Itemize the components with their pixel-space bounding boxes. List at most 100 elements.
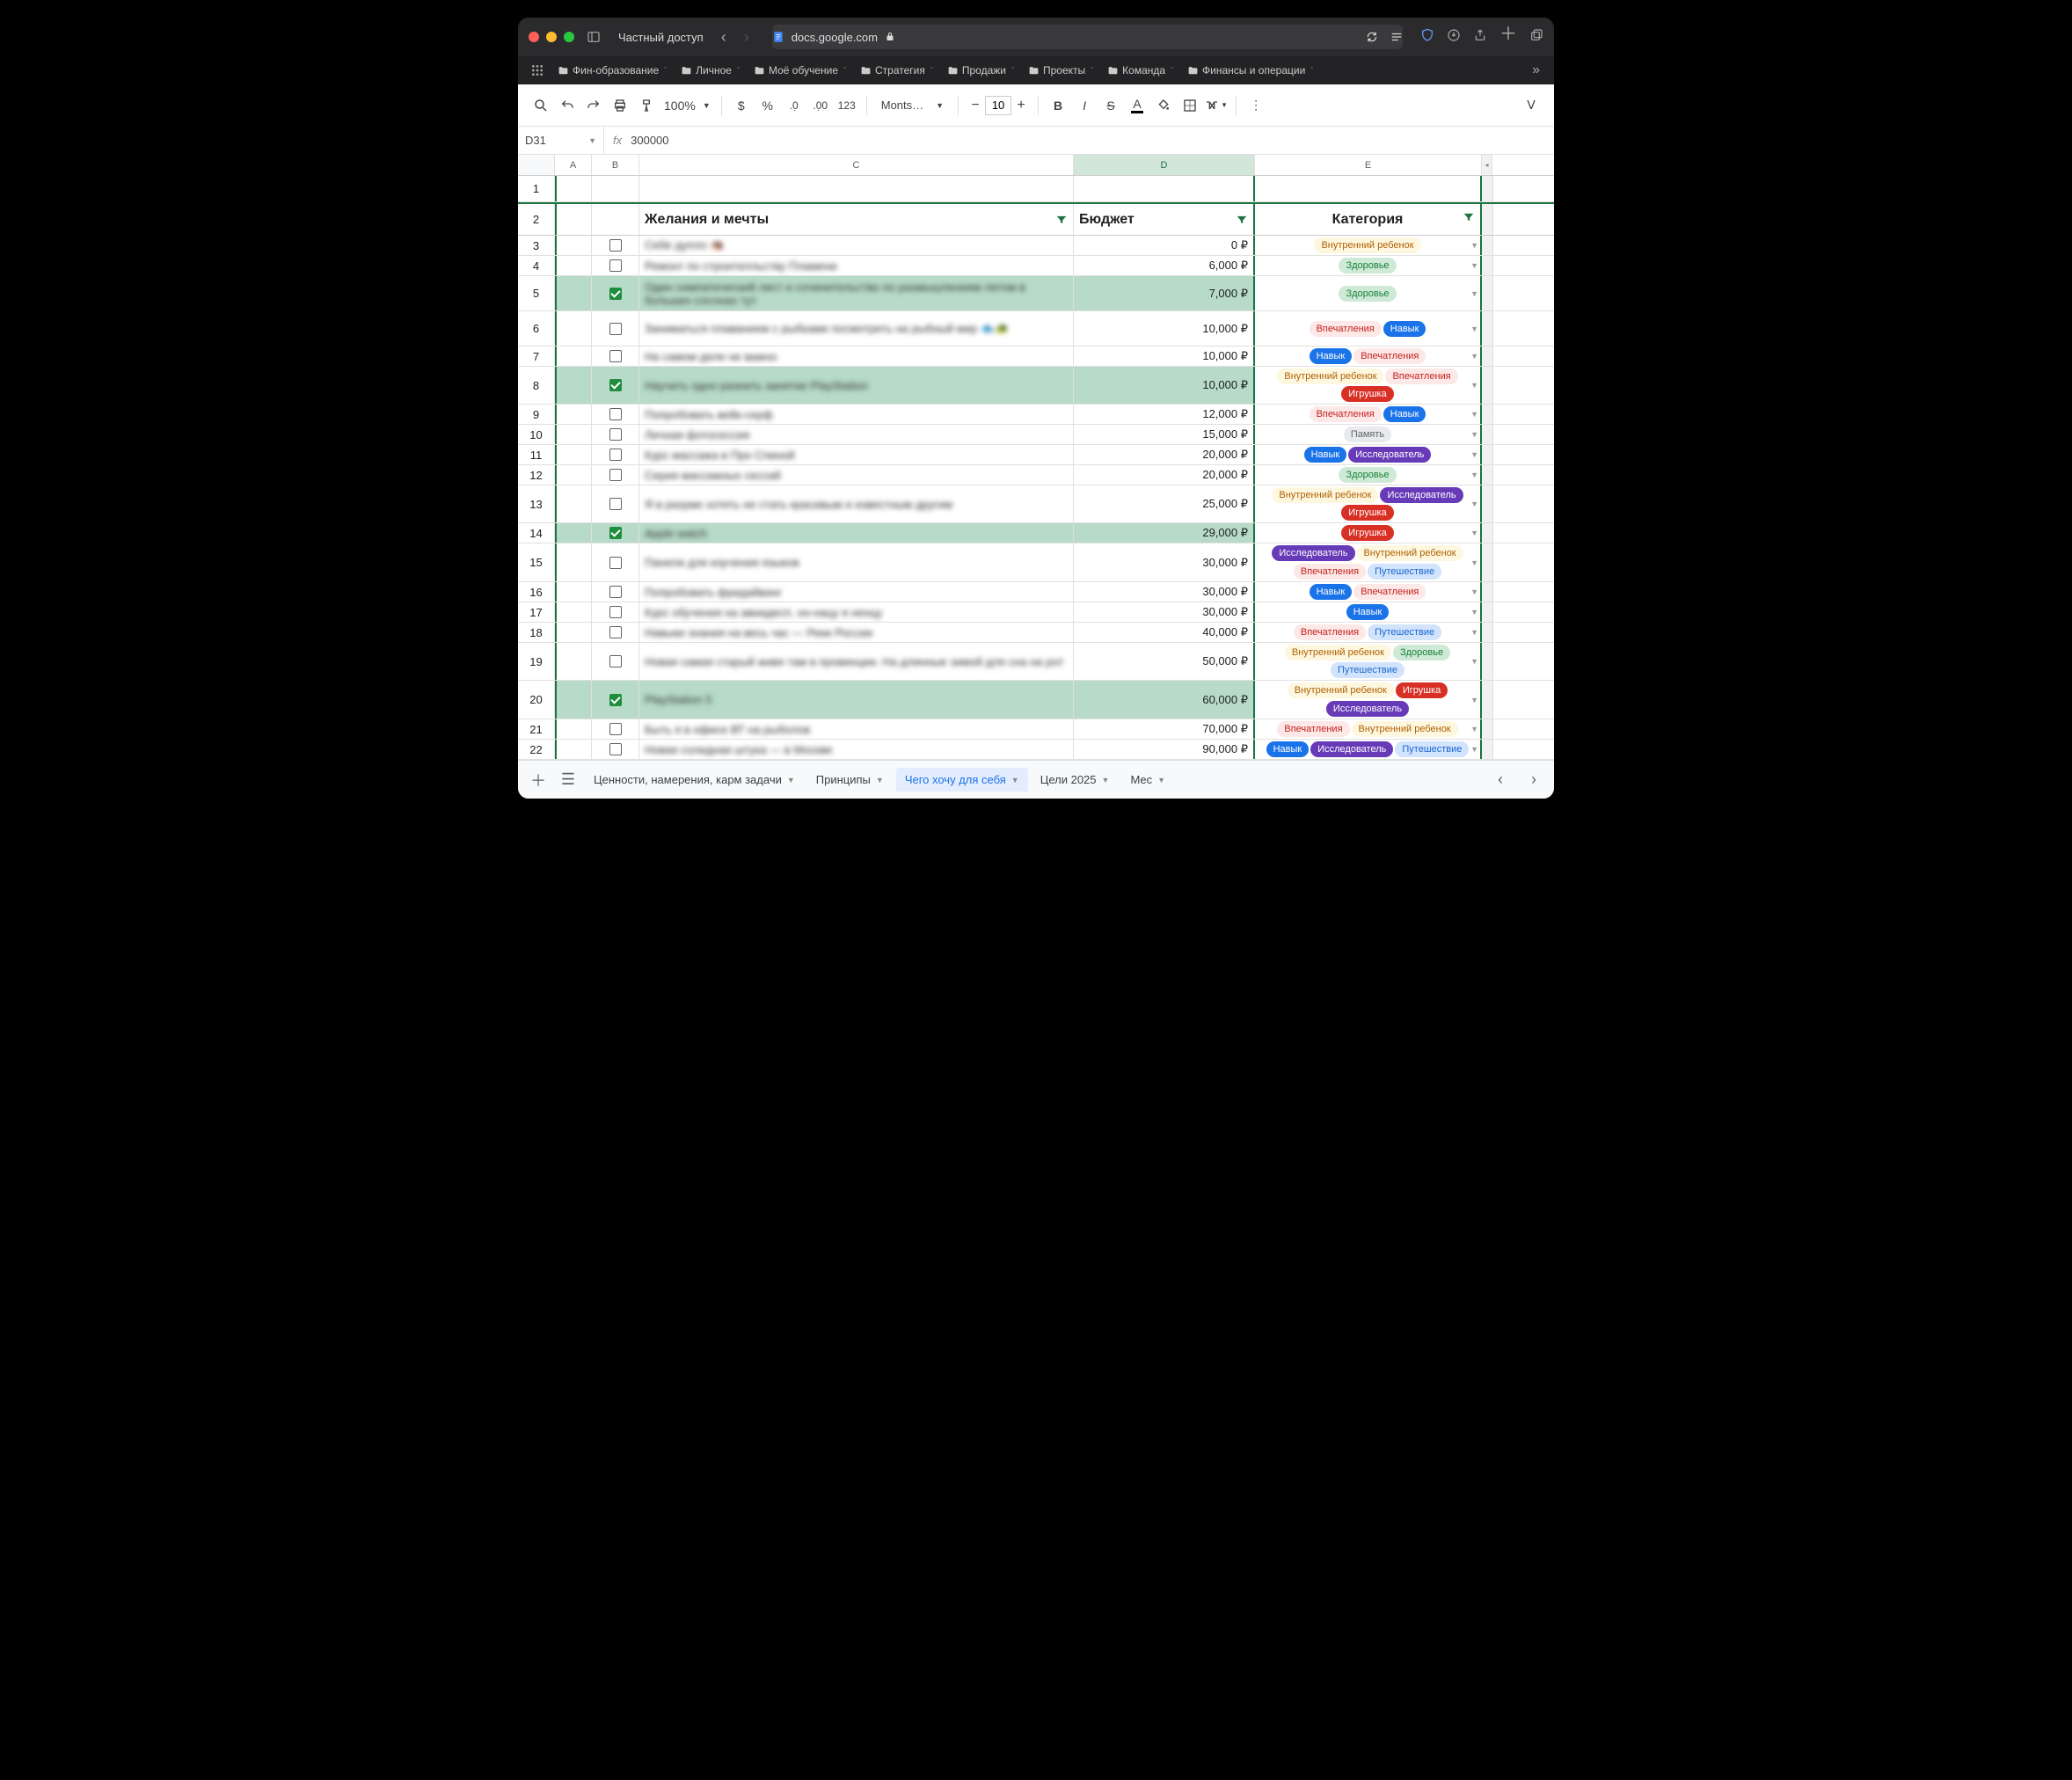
print-button[interactable] [608,93,632,118]
chevron-down-icon[interactable]: ▼ [1102,776,1110,784]
chevron-down-icon[interactable]: ▼ [1470,241,1478,250]
category-cell[interactable]: Память▼ [1255,425,1482,444]
checkbox-cell[interactable] [592,719,639,739]
borders-button[interactable] [1178,93,1202,118]
chevron-down-icon[interactable]: ▼ [1470,450,1478,459]
forward-button[interactable]: › [739,25,755,50]
description-cell[interactable]: Apple watch [639,523,1074,543]
checkbox-cell[interactable] [592,311,639,346]
row-number[interactable]: 7 [518,347,555,366]
row-number[interactable]: 5 [518,276,555,310]
row-number[interactable]: 14 [518,523,555,543]
checkbox[interactable] [609,655,622,668]
checkbox-cell[interactable] [592,681,639,719]
row-number[interactable]: 1 [518,176,555,201]
cell[interactable] [592,176,639,201]
shield-icon[interactable] [1420,28,1434,47]
cell[interactable] [639,176,1074,201]
checkbox-cell[interactable] [592,367,639,404]
chevron-down-icon[interactable]: ▼ [1470,696,1478,704]
cell[interactable] [555,602,592,622]
budget-cell[interactable]: 7,000 ₽ [1074,276,1255,310]
chevron-down-icon[interactable]: ▼ [1470,500,1478,508]
category-cell[interactable]: Внутренний ребенок Игрушка Исследователь… [1255,681,1482,719]
checkbox[interactable] [609,350,622,362]
description-cell[interactable]: Научить одно разнить занятие PlayStation [639,367,1074,404]
category-cell[interactable]: Внутренний ребенок Здоровье Путешествие▼ [1255,643,1482,680]
budget-cell[interactable]: 12,000 ₽ [1074,405,1255,424]
row-number[interactable]: 2 [518,204,555,235]
row-number[interactable]: 20 [518,681,555,719]
chevron-down-icon[interactable]: ▼ [1470,725,1478,733]
checkbox[interactable] [609,408,622,420]
chevron-down-icon[interactable]: ▼ [1470,529,1478,537]
chevron-down-icon[interactable]: ▼ [1470,261,1478,270]
budget-cell[interactable]: 29,000 ₽ [1074,523,1255,543]
sheet-tab[interactable]: Цели 2025▼ [1032,768,1119,792]
checkbox-cell[interactable] [592,643,639,680]
back-button[interactable]: ‹ [716,25,732,50]
budget-cell[interactable]: 70,000 ₽ [1074,719,1255,739]
row-number[interactable]: 18 [518,623,555,642]
budget-cell[interactable]: 60,000 ₽ [1074,681,1255,719]
description-cell[interactable]: Себе дупло 🦔 [639,236,1074,255]
chevron-down-icon[interactable]: ▼ [1470,289,1478,298]
checkbox[interactable] [609,586,622,598]
category-cell[interactable]: Здоровье▼ [1255,256,1482,275]
checkbox[interactable] [609,498,622,510]
sheet-tab[interactable]: Ценности, намерения, карм задачи▼ [585,768,804,792]
checkbox[interactable] [609,557,622,569]
bookmark-folder[interactable]: Стратегияˇ [854,62,939,79]
row-number[interactable]: 3 [518,236,555,255]
chevron-down-icon[interactable]: ▼ [787,776,795,784]
strikethrough-button[interactable]: S [1098,93,1123,118]
checkbox-cell[interactable] [592,276,639,310]
cell[interactable] [555,582,592,602]
description-cell[interactable]: Серия массажных сессий [639,465,1074,485]
category-cell[interactable]: Впечатления Навык▼ [1255,405,1482,424]
chevron-down-icon[interactable]: ▼ [1470,410,1478,419]
cell[interactable] [555,256,592,275]
maximize-window-button[interactable] [564,32,574,42]
checkbox[interactable] [609,449,622,461]
search-icon[interactable] [529,93,553,118]
fill-color-button[interactable] [1151,93,1176,118]
all-sheets-button[interactable]: ☰ [555,767,581,793]
checkbox-cell[interactable] [592,405,639,424]
add-sheet-button[interactable]: ＋ [525,767,551,793]
category-cell[interactable]: Навык Исследователь Путешествие▼ [1255,740,1482,759]
checkbox-cell[interactable] [592,623,639,642]
row-number[interactable]: 8 [518,367,555,404]
description-cell[interactable]: Новая солидная штука — в Москве [639,740,1074,759]
tabs-prev-button[interactable]: ‹ [1487,767,1514,793]
chevron-down-icon[interactable]: ▼ [1470,608,1478,616]
chevron-down-icon[interactable]: ▼ [1470,325,1478,333]
row-number[interactable]: 15 [518,543,555,581]
budget-cell[interactable]: 30,000 ₽ [1074,543,1255,581]
row-number[interactable]: 10 [518,425,555,444]
row-number[interactable]: 19 [518,643,555,680]
bookmark-folder[interactable]: Моё обучениеˇ [748,62,852,79]
checkbox-cell[interactable] [592,485,639,522]
budget-cell[interactable]: 40,000 ₽ [1074,623,1255,642]
new-tab-icon[interactable]: ＋ [1499,28,1517,47]
category-cell[interactable]: Исследователь Внутренний ребенок Впечатл… [1255,543,1482,581]
apps-grid-icon[interactable] [525,60,550,81]
description-cell[interactable]: Попробовать вейк-серф [639,405,1074,424]
checkbox[interactable] [609,288,622,300]
cell[interactable] [555,347,592,366]
budget-cell[interactable]: 30,000 ₽ [1074,602,1255,622]
checkbox-cell[interactable] [592,465,639,485]
category-cell[interactable]: Впечатления Путешествие▼ [1255,623,1482,642]
chevron-down-icon[interactable]: ▼ [876,776,884,784]
category-cell[interactable]: Внутренний ребенок▼ [1255,236,1482,255]
italic-button[interactable]: I [1072,93,1097,118]
checkbox-cell[interactable] [592,256,639,275]
budget-cell[interactable]: 20,000 ₽ [1074,445,1255,464]
downloads-icon[interactable] [1447,28,1461,47]
cell[interactable] [1255,176,1482,201]
checkbox-cell[interactable] [592,740,639,759]
chevron-down-icon[interactable]: ▼ [1470,471,1478,479]
category-cell[interactable]: Игрушка▼ [1255,523,1482,543]
more-toolbar-button[interactable]: ⋮ [1244,93,1268,118]
